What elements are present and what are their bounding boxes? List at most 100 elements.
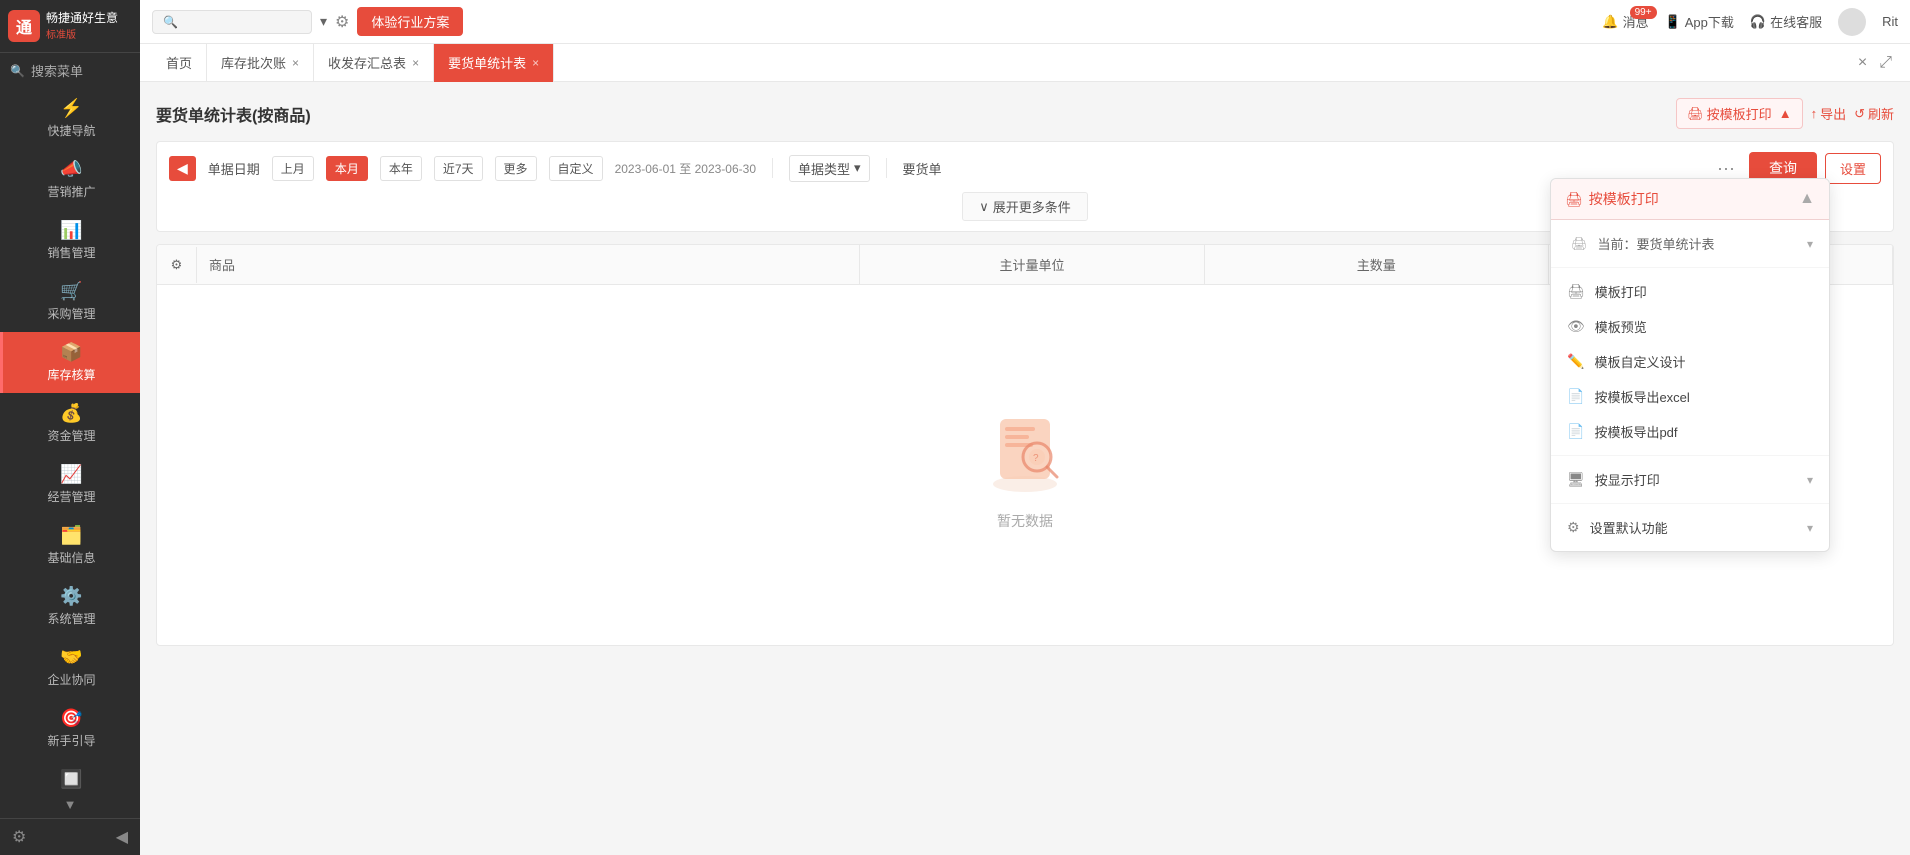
username-label[interactable]: Rit [1882,14,1898,29]
tab-order-stats-label: 要货单统计表 [448,53,526,72]
settings-bottom-icon[interactable]: ⚙ [12,827,26,847]
expand-more-button[interactable]: ∨ 展开更多条件 [962,192,1088,221]
sidebar-item-inventory[interactable]: 📦 库存核算 [0,332,140,393]
dropdown-current-template[interactable]: 🖨 当前：要货单统计表 ▾ [1551,226,1829,261]
tab-home-label: 首页 [166,53,192,72]
refresh-icon: ↺ [1854,106,1865,122]
template-export-excel-label: 按模板导出excel [1594,387,1689,406]
date-btn-this-year[interactable]: 本年 [380,156,422,181]
guide-label: 新手引导 [47,732,95,749]
print-dropdown-close[interactable]: ▲ [1799,190,1815,208]
th-unit: 主计量单位 [860,245,1204,284]
topbar-settings-icon[interactable]: ⚙ [335,12,349,32]
order-group-label: 要货单 [903,159,942,178]
sidebar-item-finance[interactable]: 💰 资金管理 [0,393,140,454]
dropdown-default-func[interactable]: ⚙ 设置默认功能 ▾ [1551,510,1829,545]
svg-text:?: ? [1033,453,1039,464]
sidebar-logo[interactable]: 通 畅捷通好生意 标准版 [0,0,140,53]
topbar: 🔍 ▾ ⚙ 体验行业方案 🔔 消息 99+ 📱 App下载 🎧 在线客服 Rit [140,0,1910,44]
tab-receipt-summary-close[interactable]: × [412,56,419,70]
online-service-button[interactable]: 🎧 在线客服 [1750,12,1822,31]
collapse-icon[interactable]: ◀ [116,827,128,847]
export-label: 导出 [1820,104,1846,123]
date-btn-this-month[interactable]: 本月 [326,156,368,181]
quick-nav-icon: ⚡ [60,98,82,119]
print-label: 按模板打印 [1707,104,1772,123]
search-label: 搜索菜单 [31,61,83,80]
tab-order-stats[interactable]: 要货单统计表 × [434,44,554,82]
app-download-button[interactable]: 📱 App下载 [1665,12,1734,31]
app-label: App下载 [1685,12,1734,31]
user-avatar[interactable] [1838,8,1866,36]
date-btn-7days[interactable]: 近7天 [434,156,483,181]
dropdown-template-export-pdf[interactable]: 📄 按模板导出pdf [1551,414,1829,449]
tab-order-stats-close[interactable]: × [532,56,539,70]
window-expand-button[interactable]: ⤢ [1873,54,1898,72]
sidebar-item-sales[interactable]: 📊 销售管理 [0,210,140,271]
dropdown-display-print[interactable]: 🖥 按显示打印 ▾ [1551,462,1829,497]
sidebar-search[interactable]: 🔍 搜索菜单 [0,53,140,88]
filter-toggle-button[interactable]: ◀ [169,156,196,181]
th-goods: 商品 [197,245,860,284]
sidebar-item-operation[interactable]: 📈 经营管理 [0,454,140,515]
th-quantity: 主数量 [1205,245,1549,284]
date-btn-last-month[interactable]: 上月 [272,156,314,181]
system-label: 系统管理 [47,610,95,627]
topbar-dropdown-button[interactable]: ▾ [320,13,327,30]
date-label: 单据日期 [208,159,260,178]
sidebar-item-guide[interactable]: 🎯 新手引导 [0,698,140,759]
dropdown-section-print: 🖨 模板打印 👁 模板预览 ✏️ 模板自定义设计 📄 按模板导出excel 📄 [1551,268,1829,456]
template-design-label: 模板自定义设计 [1594,352,1685,371]
dropdown-template-design[interactable]: ✏️ 模板自定义设计 [1551,344,1829,379]
sales-label: 销售管理 [47,244,95,261]
th-settings[interactable]: ⚙ [157,247,197,283]
tab-receipt-summary[interactable]: 收发存汇总表 × [314,44,434,82]
order-type-select[interactable]: 单据类型 ▾ [789,155,870,182]
tab-batch-account[interactable]: 库存批次账 × [207,44,314,82]
sidebar-item-marketing[interactable]: 📣 营销推广 [0,149,140,210]
date-btn-custom[interactable]: 自定义 [549,156,603,181]
settings-button[interactable]: 设置 [1825,153,1881,184]
dropdown-template-print[interactable]: 🖨 模板打印 [1551,274,1829,309]
sidebar-item-appstore[interactable]: 🔲 应用中心 [0,759,140,791]
refresh-label: 刷新 [1868,104,1894,123]
empty-illustration: ? [975,399,1075,499]
current-template-label: 当前：要货单统计表 [1598,234,1715,253]
expand-down-icon: ∨ [979,199,989,215]
date-btn-more[interactable]: 更多 [495,156,537,181]
display-print-icon: 🖥 [1567,471,1585,488]
filter-divider-2 [886,158,887,178]
topbar-left: 🔍 ▾ ⚙ 体验行业方案 [152,7,1602,36]
tab-home[interactable]: 首页 [152,44,207,82]
notice-button[interactable]: 🔔 消息 99+ [1602,12,1648,31]
template-design-icon: ✏️ [1567,353,1584,370]
sidebar-scroll-down[interactable]: ▼ [0,791,140,818]
tab-batch-account-close[interactable]: × [292,56,299,70]
page-title: 要货单统计表(按商品) [156,102,311,126]
print-arrow-icon: ▲ [1779,106,1792,121]
print-template-button[interactable]: 🖨 按模板打印 ▲ [1676,98,1802,129]
trial-button[interactable]: 体验行业方案 [357,7,463,36]
sidebar-item-collab[interactable]: 🤝 企业协同 [0,637,140,698]
export-button[interactable]: ↑ 导出 [1811,104,1847,123]
dropdown-template-preview[interactable]: 👁 模板预览 [1551,309,1829,344]
finance-label: 资金管理 [47,427,95,444]
dropdown-section-defaults: ⚙ 设置默认功能 ▾ [1551,504,1829,551]
main-area: 🔍 ▾ ⚙ 体验行业方案 🔔 消息 99+ 📱 App下载 🎧 在线客服 Rit [140,0,1910,855]
sidebar-item-purchase[interactable]: 🛒 采购管理 [0,271,140,332]
finance-icon: 💰 [60,403,82,424]
sidebar-item-quick-nav[interactable]: ⚡ 快捷导航 [0,88,140,149]
marketing-label: 营销推广 [47,183,95,200]
page-content: 要货单统计表(按商品) 🖨 按模板打印 ▲ ↑ 导出 ↺ 刷新 [140,82,1910,855]
basic-label: 基础信息 [47,549,95,566]
topbar-search-icon: 🔍 [163,15,178,29]
dropdown-template-export-excel[interactable]: 📄 按模板导出excel [1551,379,1829,414]
sidebar-item-basic[interactable]: 🗂️ 基础信息 [0,515,140,576]
sidebar-item-system[interactable]: ⚙️ 系统管理 [0,576,140,637]
window-close-button[interactable]: × [1852,54,1873,72]
more-options-button[interactable]: ··· [1711,158,1741,179]
topbar-search-box[interactable]: 🔍 [152,10,312,34]
print-dropdown-header: 🖨 按模板打印 ▲ [1551,179,1829,220]
operation-icon: 📈 [60,464,82,485]
refresh-button[interactable]: ↺ 刷新 [1854,104,1894,123]
